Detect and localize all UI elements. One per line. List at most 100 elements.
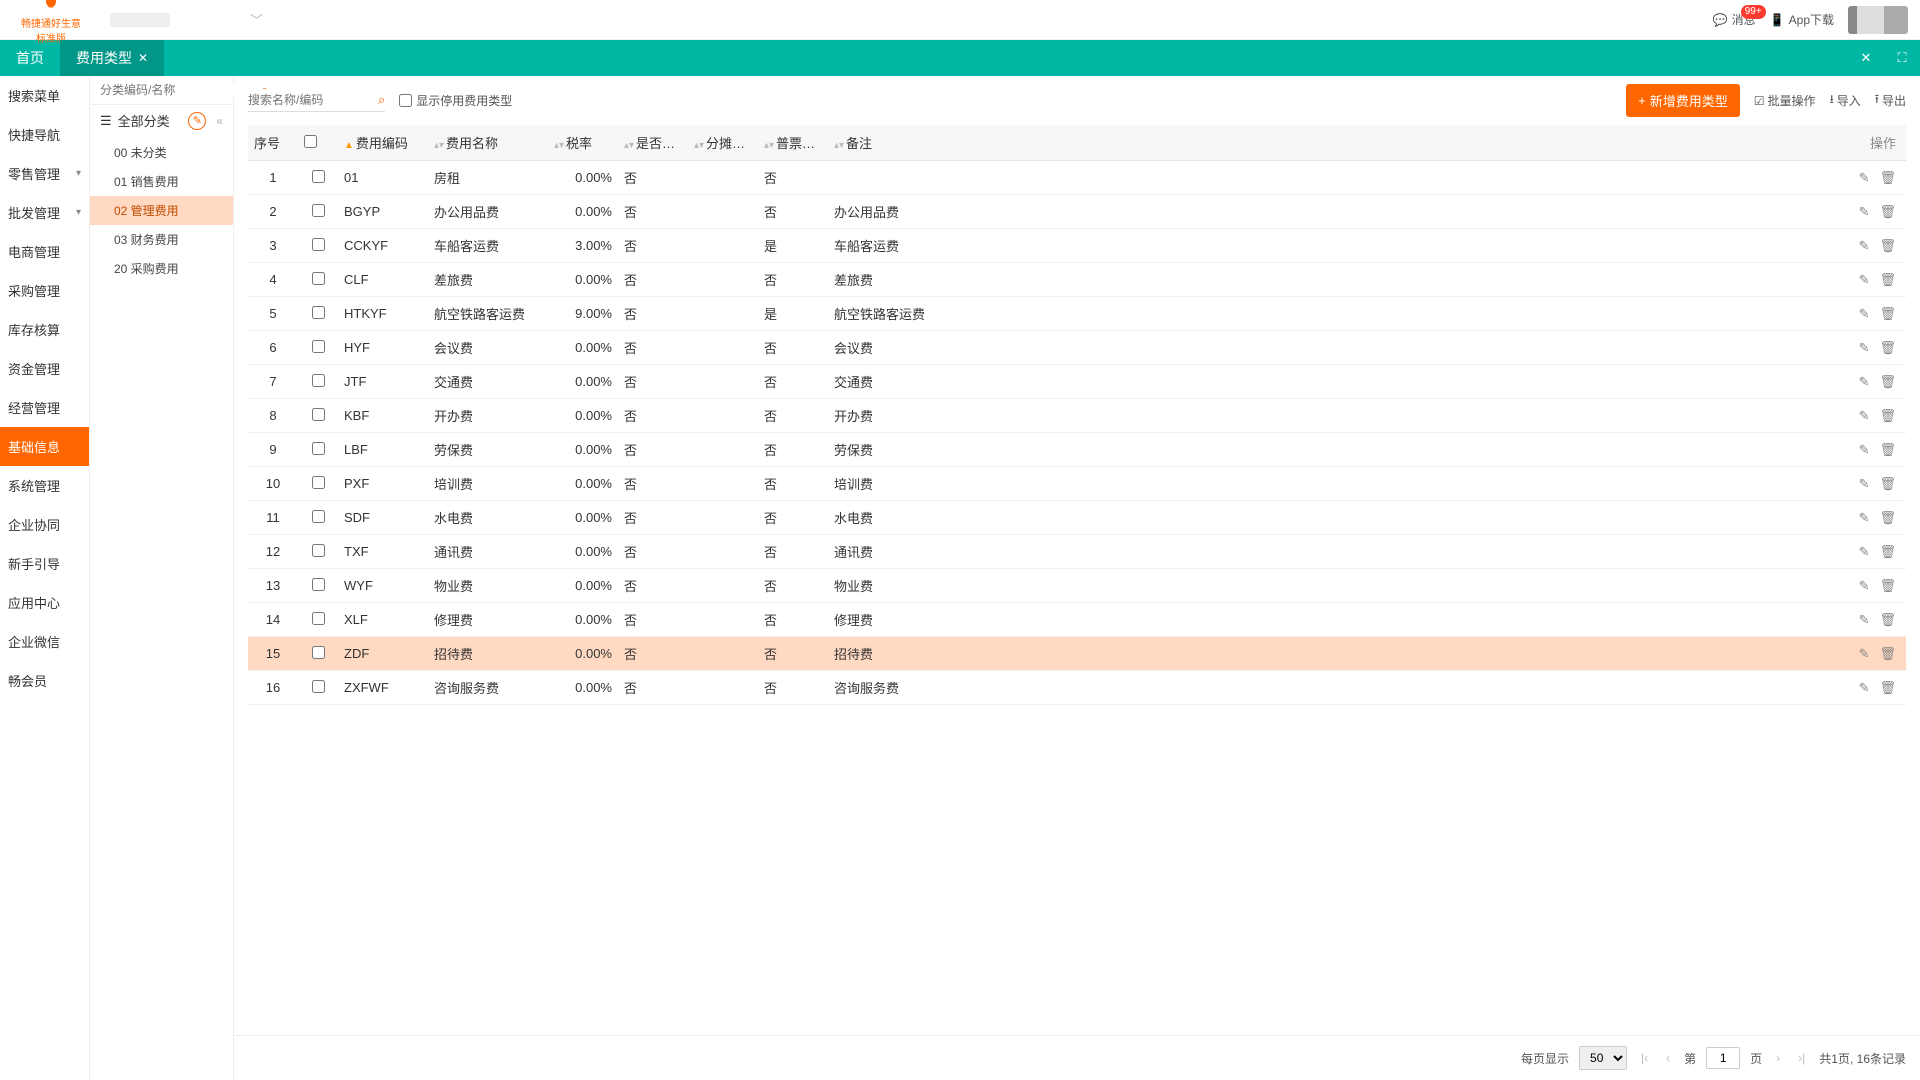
table-row[interactable]: 3CCKYF车船客运费3.00%否是车船客运费✎🗑 [248,229,1906,263]
category-search-input[interactable] [100,83,255,97]
row-checkbox[interactable] [312,578,325,591]
edit-row-button[interactable]: ✎ [1859,272,1870,287]
col-piao-header[interactable]: ▴▾普票… [758,125,828,161]
delete-row-button[interactable]: 🗑 [1879,680,1896,695]
table-row[interactable]: 11SDF水电费0.00%否否水电费✎🗑 [248,501,1906,535]
edit-row-button[interactable]: ✎ [1859,408,1870,423]
batch-operate-button[interactable]: ☑ 批量操作 [1754,92,1816,109]
table-row[interactable]: 101房租0.00%否否✎🗑 [248,161,1906,195]
row-checkbox[interactable] [312,612,325,625]
per-page-select[interactable]: 50 [1579,1046,1627,1070]
table-row[interactable]: 6HYF会议费0.00%否否会议费✎🗑 [248,331,1906,365]
row-checkbox[interactable] [312,306,325,319]
search-icon[interactable]: ⌕ [378,92,385,108]
table-search-input[interactable] [248,89,378,111]
messages-button[interactable]: 💬 消息 99+ [1713,11,1756,28]
row-checkbox[interactable] [312,340,325,353]
row-checkbox[interactable] [312,374,325,387]
import-button[interactable]: ⭳ 导入 [1830,90,1861,111]
row-checkbox[interactable] [312,170,325,183]
pager-last-button[interactable]: ›| [1794,1051,1809,1065]
table-row[interactable]: 14XLF修理费0.00%否否修理费✎🗑 [248,603,1906,637]
fullscreen-button[interactable]: ⛶ [1884,50,1920,66]
pager-prev-button[interactable]: ‹ [1662,1051,1674,1065]
category-item-1[interactable]: 01 销售费用 [90,167,233,196]
col-seq-header[interactable]: 序号 [248,125,298,161]
row-checkbox[interactable] [312,238,325,251]
row-checkbox[interactable] [312,544,325,557]
sidebar-item-15[interactable]: 畅会员 [0,661,89,700]
delete-row-button[interactable]: 🗑 [1879,510,1896,525]
row-checkbox[interactable] [312,510,325,523]
check-all-checkbox[interactable] [304,135,317,148]
tab-close-all-button[interactable]: ✕ [1848,50,1884,66]
sidebar-item-11[interactable]: 企业协同 [0,505,89,544]
col-code-header[interactable]: ▲费用编码 [338,125,428,161]
delete-row-button[interactable]: 🗑 [1879,408,1896,423]
delete-row-button[interactable]: 🗑 [1879,306,1896,321]
sidebar-item-1[interactable]: 快捷导航 [0,115,89,154]
edit-row-button[interactable]: ✎ [1859,578,1870,593]
company-selector[interactable]: ﹀ [110,10,263,29]
sidebar-item-12[interactable]: 新手引导 [0,544,89,583]
category-item-0[interactable]: 00 未分类 [90,138,233,167]
col-name-header[interactable]: ▴▾费用名称 [428,125,548,161]
table-row[interactable]: 5HTKYF航空铁路客运费9.00%否是航空铁路客运费✎🗑 [248,297,1906,331]
show-disabled-checkbox-input[interactable] [399,94,412,107]
delete-row-button[interactable]: 🗑 [1879,374,1896,389]
sidebar-item-10[interactable]: 系统管理 [0,466,89,505]
pager-next-button[interactable]: › [1772,1051,1784,1065]
col-rate-header[interactable]: ▴▾税率 [548,125,618,161]
edit-row-button[interactable]: ✎ [1859,340,1870,355]
edit-row-button[interactable]: ✎ [1859,238,1870,253]
delete-row-button[interactable]: 🗑 [1879,612,1896,627]
col-bool1-header[interactable]: ▴▾是否… [618,125,688,161]
edit-row-button[interactable]: ✎ [1859,510,1870,525]
table-row[interactable]: 8KBF开办费0.00%否否开办费✎🗑 [248,399,1906,433]
new-expense-type-button[interactable]: + 新增费用类型 [1626,84,1740,117]
edit-row-button[interactable]: ✎ [1859,612,1870,627]
sidebar-item-3[interactable]: 批发管理▾ [0,193,89,232]
category-item-3[interactable]: 03 财务费用 [90,225,233,254]
table-row[interactable]: 12TXF通讯费0.00%否否通讯费✎🗑 [248,535,1906,569]
sidebar-item-0[interactable]: 搜索菜单 [0,76,89,115]
sidebar-item-4[interactable]: 电商管理 [0,232,89,271]
delete-row-button[interactable]: 🗑 [1879,476,1896,491]
col-check-all[interactable] [298,125,338,161]
sidebar-item-9[interactable]: 基础信息 [0,427,89,466]
show-disabled-checkbox[interactable]: 显示停用费用类型 [399,92,512,109]
sidebar-item-14[interactable]: 企业微信 [0,622,89,661]
category-item-4[interactable]: 20 采购费用 [90,254,233,283]
sidebar-item-2[interactable]: 零售管理▾ [0,154,89,193]
row-checkbox[interactable] [312,680,325,693]
row-checkbox[interactable] [312,442,325,455]
delete-row-button[interactable]: 🗑 [1879,646,1896,661]
edit-row-button[interactable]: ✎ [1859,680,1870,695]
table-row[interactable]: 16ZXFWF咨询服务费0.00%否否咨询服务费✎🗑 [248,671,1906,705]
delete-row-button[interactable]: 🗑 [1879,170,1896,185]
delete-row-button[interactable]: 🗑 [1879,238,1896,253]
table-row[interactable]: 4CLF差旅费0.00%否否差旅费✎🗑 [248,263,1906,297]
tab-home[interactable]: 首页 [0,40,60,76]
sidebar-item-8[interactable]: 经营管理 [0,388,89,427]
sidebar-item-6[interactable]: 库存核算 [0,310,89,349]
user-avatar[interactable] [1848,6,1908,34]
col-remark-header[interactable]: ▴▾备注 [828,125,1826,161]
table-row[interactable]: 7JTF交通费0.00%否否交通费✎🗑 [248,365,1906,399]
row-checkbox[interactable] [312,646,325,659]
pager-first-button[interactable]: |‹ [1637,1051,1652,1065]
row-checkbox[interactable] [312,204,325,217]
table-row[interactable]: 13WYF物业费0.00%否否物业费✎🗑 [248,569,1906,603]
sidebar-item-7[interactable]: 资金管理 [0,349,89,388]
edit-row-button[interactable]: ✎ [1859,306,1870,321]
row-checkbox[interactable] [312,408,325,421]
edit-row-button[interactable]: ✎ [1859,646,1870,661]
edit-row-button[interactable]: ✎ [1859,374,1870,389]
panel-collapse-button[interactable]: « [216,114,223,128]
edit-row-button[interactable]: ✎ [1859,442,1870,457]
tab-expense-type[interactable]: 费用类型 ✕ [60,40,164,76]
edit-row-button[interactable]: ✎ [1859,170,1870,185]
table-row[interactable]: 10PXF培训费0.00%否否培训费✎🗑 [248,467,1906,501]
row-checkbox[interactable] [312,272,325,285]
col-fentai-header[interactable]: ▴▾分摊… [688,125,758,161]
